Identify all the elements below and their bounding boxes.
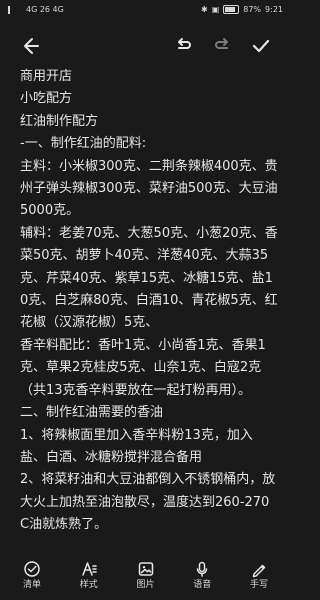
nav-style[interactable]: 样式 <box>69 560 109 600</box>
signal-icon <box>8 5 22 14</box>
note-line-6: 香辛料配比：香叶1克、小尚香1克、香果1克、草果2克桂皮5克、山奈1克、白寇2克… <box>20 337 266 398</box>
nav-style-label: 样式 <box>79 580 98 590</box>
microphone-icon <box>193 560 211 578</box>
status-right: ✱ ▣ 87% 9:21 <box>201 5 283 14</box>
nav-handwriting-label: 手写 <box>249 580 268 590</box>
checklist-icon <box>23 560 41 578</box>
redo-button[interactable] <box>207 30 239 62</box>
note-line-0: 商用开店 <box>20 69 73 84</box>
confirm-button[interactable] <box>245 30 277 62</box>
nav-voice-label: 语音 <box>193 580 212 590</box>
back-button[interactable] <box>14 30 46 62</box>
top-toolbar <box>0 30 291 62</box>
text-style-icon <box>80 560 98 578</box>
note-line-9: 2、将菜籽油和大豆油都倒入不锈钢桶内，放大火上加热至油泡散尽，温度达到260-2… <box>20 472 276 533</box>
nav-checklist-label: 清单 <box>22 580 41 590</box>
status-bar: 4G 26 4G ✱ ▣ 87% 9:21 <box>0 0 291 24</box>
image-icon <box>137 560 155 578</box>
network-text: 4G 26 4G <box>26 5 64 14</box>
note-line-8: 1、将辣椒面里加入香辛料粉13克，加入盐、白酒、冰糖粉搅拌混合备用 <box>20 427 253 465</box>
nav-image[interactable]: 图片 <box>126 560 166 600</box>
note-line-7: 二、制作红油需要的香油 <box>20 405 164 421</box>
vibrate-icon: ▣ <box>211 5 220 14</box>
redo-icon <box>215 38 228 49</box>
nav-handwriting[interactable]: 手写 <box>239 560 279 600</box>
note-content[interactable]: 商用开店 小吃配方 红油制作配方 -一、制作红油的配料: 主料：小米椒300克、… <box>20 66 278 537</box>
nav-image-label: 图片 <box>136 580 155 590</box>
nav-voice[interactable]: 语音 <box>182 560 222 600</box>
note-line-3: -一、制作红油的配料: <box>20 136 147 152</box>
undo-button[interactable] <box>167 30 199 62</box>
undo-icon <box>178 38 191 49</box>
check-icon <box>252 39 270 53</box>
status-left: 4G 26 4G <box>8 5 64 14</box>
note-line-4: 主料：小米椒300克、二荆条辣椒400克、贵州子弹头辣椒300克、菜籽油500克… <box>20 158 278 219</box>
battery-percent: 87% <box>243 5 262 14</box>
nav-checklist[interactable]: 清单 <box>12 560 52 600</box>
time: 9:21 <box>265 5 283 14</box>
back-arrow-icon <box>24 38 39 54</box>
note-line-2: 红油制作配方 <box>20 113 99 129</box>
note-line-5: 辅料：老姜70克、大葱50克、小葱20克、香菜50克、胡萝卜40克、洋葱40克、… <box>20 225 278 331</box>
handwriting-icon <box>250 560 268 578</box>
bluetooth-icon: ✱ <box>200 5 208 14</box>
bottom-nav: 清单 样式 图片 语音 手写 <box>0 560 291 600</box>
battery-icon <box>223 5 240 14</box>
note-line-1: 小吃配方 <box>20 91 73 107</box>
